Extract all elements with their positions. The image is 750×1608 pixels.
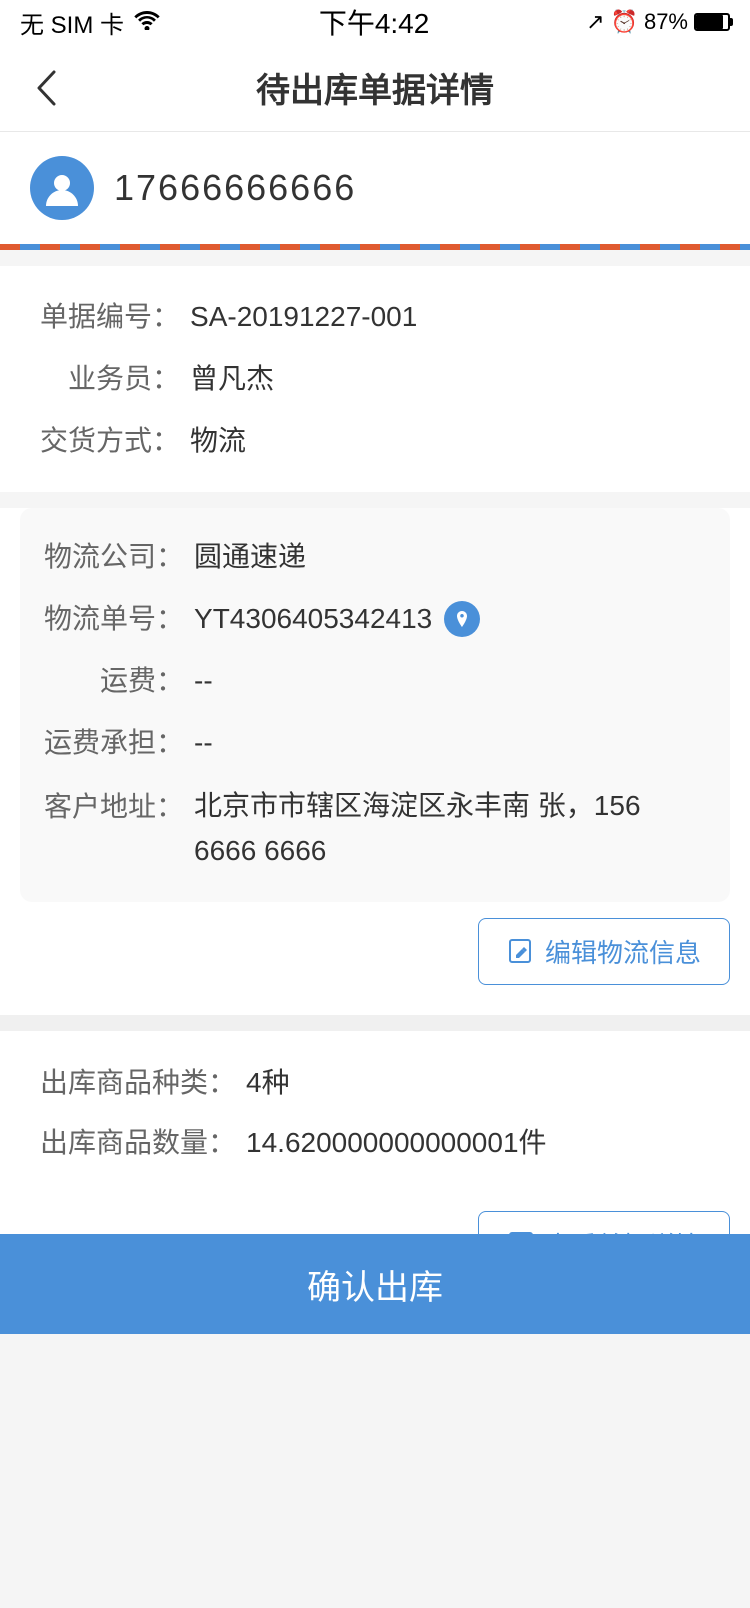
tracking-label: 物流单号： xyxy=(44,598,184,640)
back-button[interactable] xyxy=(24,66,68,110)
edit-btn-container: 编辑物流信息 xyxy=(0,918,750,1005)
logistics-company-value: 圆通速递 xyxy=(194,536,706,578)
location-arrow-icon: ↗ xyxy=(586,9,604,35)
logistics-company-label: 物流公司： xyxy=(44,536,184,578)
wifi-icon xyxy=(132,8,162,37)
status-left: 无 SIM 卡 xyxy=(20,5,162,40)
freight-bear-value: -- xyxy=(194,722,706,764)
nav-bar: 待出库单据详情 xyxy=(0,44,750,132)
goods-section: 出库商品种类： 4种 出库商品数量： 14.620000000000001件 xyxy=(0,1031,750,1191)
address-label: 客户地址： xyxy=(44,784,184,828)
sales-rep-row: 业务员： 曾凡杰 xyxy=(40,358,710,400)
sales-rep-label: 业务员： xyxy=(40,358,180,400)
delivery-label: 交货方式： xyxy=(40,420,180,462)
freight-row: 运费： -- xyxy=(44,660,706,702)
user-header: 17666666666 xyxy=(0,132,750,244)
goods-types-label: 出库商品种类： xyxy=(40,1061,236,1101)
user-phone: 17666666666 xyxy=(114,167,356,209)
confirm-button[interactable]: 确认出库 xyxy=(0,1234,750,1334)
edit-logistics-button[interactable]: 编辑物流信息 xyxy=(478,918,730,985)
tracking-value: YT43064053424​13 xyxy=(194,598,706,640)
logistics-card: 物流公司： 圆通速递 物流单号： YT43064053424​13 运费： -- xyxy=(20,508,730,902)
battery-text: 87% xyxy=(644,9,688,35)
goods-quantity-row: 出库商品数量： 14.620000000000001件 xyxy=(40,1121,710,1161)
confirm-button-label: 确认出库 xyxy=(307,1260,443,1309)
delivery-value: 物流 xyxy=(190,420,710,462)
document-value: SA-20191227-001 xyxy=(190,296,710,338)
carrier-text: 无 SIM 卡 xyxy=(20,5,124,40)
freight-bear-row: 运费承担： -- xyxy=(44,722,706,764)
goods-types-value: 4种 xyxy=(246,1061,290,1101)
tracking-row: 物流单号： YT43064053424​13 xyxy=(44,598,706,640)
goods-quantity-value: 14.620000000000001件 xyxy=(246,1121,547,1161)
freight-value: -- xyxy=(194,660,706,702)
freight-label: 运费： xyxy=(44,660,184,702)
edit-logistics-label: 编辑物流信息 xyxy=(545,933,701,970)
battery-icon xyxy=(694,13,730,31)
status-time: 下午4:42 xyxy=(319,2,430,42)
avatar xyxy=(30,156,94,220)
freight-bear-label: 运费承担： xyxy=(44,722,184,764)
tracking-number: YT43064053424​13 xyxy=(194,598,432,640)
address-value: 北京市市辖区海淀区永丰南 张，156 6666 6666 xyxy=(194,784,706,874)
basic-info-section: 单据编号： SA-20191227-001 业务员： 曾凡杰 交货方式： 物流 xyxy=(0,266,750,492)
address-row: 客户地址： 北京市市辖区海淀区永丰南 张，156 6666 6666 xyxy=(44,784,706,874)
document-label: 单据编号： xyxy=(40,296,180,338)
document-row: 单据编号： SA-20191227-001 xyxy=(40,296,710,338)
dashed-divider xyxy=(0,244,750,250)
empty-area xyxy=(0,1308,750,1508)
status-bar: 无 SIM 卡 下午4:42 ↗ ⏰ 87% xyxy=(0,0,750,44)
tracking-location-icon[interactable] xyxy=(444,601,480,637)
status-right: ↗ ⏰ 87% xyxy=(586,9,730,35)
logistics-company-row: 物流公司： 圆通速递 xyxy=(44,536,706,578)
delivery-row: 交货方式： 物流 xyxy=(40,420,710,462)
main-content: 17666666666 单据编号： SA-20191227-001 业务员： 曾… xyxy=(0,132,750,1608)
goods-quantity-label: 出库商品数量： xyxy=(40,1121,236,1161)
sales-rep-value: 曾凡杰 xyxy=(190,358,710,400)
goods-types-row: 出库商品种类： 4种 xyxy=(40,1061,710,1101)
page-title: 待出库单据详情 xyxy=(256,63,494,112)
section-divider xyxy=(0,1015,750,1031)
alarm-icon: ⏰ xyxy=(611,9,638,35)
